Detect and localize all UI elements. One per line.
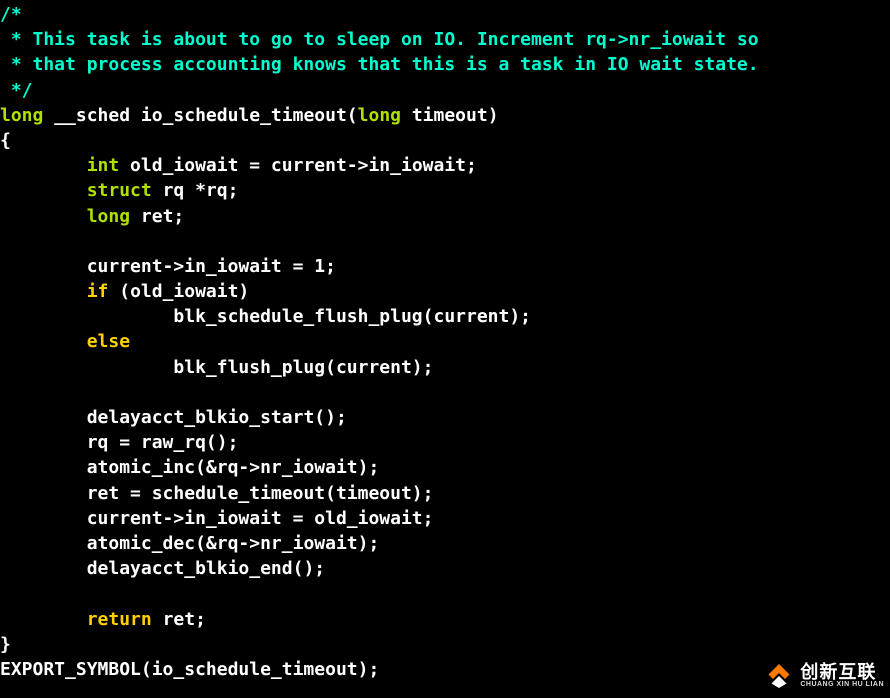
keyword-else: else <box>87 331 130 352</box>
keyword-return: return <box>87 609 152 630</box>
brace: } <box>0 634 11 655</box>
param: timeout) <box>401 105 499 126</box>
comment-line: /* <box>0 4 22 25</box>
keyword-int: int <box>87 155 120 176</box>
declaration: old_iowait = current->in_iowait; <box>119 155 477 176</box>
statement: atomic_dec(&rq->nr_iowait); <box>87 533 380 554</box>
declaration: rq *rq; <box>152 180 239 201</box>
statement: current->in_iowait = old_iowait; <box>87 508 434 529</box>
keyword-long: long <box>0 105 43 126</box>
declaration: ret; <box>130 206 184 227</box>
function-signature: __sched io_schedule_timeout( <box>43 105 357 126</box>
logo-icon <box>764 661 794 691</box>
keyword-if: if <box>87 281 109 302</box>
statement: blk_flush_plug(current); <box>173 357 433 378</box>
statement: rq = raw_rq(); <box>87 432 239 453</box>
statement: current->in_iowait = <box>87 256 315 277</box>
statement: ; <box>325 256 336 277</box>
statement: ret; <box>152 609 206 630</box>
statement: delayacct_blkio_start(); <box>87 407 347 428</box>
condition: (old_iowait) <box>108 281 249 302</box>
brand-name-cn: 创新互联 <box>800 663 876 681</box>
brand-name-en: CHUANG XIN HU LIAN <box>800 681 884 689</box>
statement: ret = schedule_timeout(timeout); <box>87 483 434 504</box>
keyword-struct: struct <box>87 180 152 201</box>
comment-line: * This task is about to go to sleep on I… <box>0 29 759 50</box>
code-block: /* * This task is about to go to sleep o… <box>0 2 890 682</box>
statement: delayacct_blkio_end(); <box>87 558 325 579</box>
statement: atomic_inc(&rq->nr_iowait); <box>87 457 380 478</box>
literal-number: 1 <box>314 256 325 277</box>
statement: blk_schedule_flush_plug(current); <box>173 306 531 327</box>
export-macro: EXPORT_SYMBOL(io_schedule_timeout); <box>0 659 379 680</box>
keyword-long: long <box>87 206 130 227</box>
brand-text: 创新互联 CHUANG XIN HU LIAN <box>800 663 884 689</box>
watermark: 创新互联 CHUANG XIN HU LIAN <box>764 661 884 691</box>
comment-line: * that process accounting knows that thi… <box>0 54 759 75</box>
brace: { <box>0 130 11 151</box>
comment-line: */ <box>0 80 33 101</box>
keyword-long: long <box>358 105 401 126</box>
